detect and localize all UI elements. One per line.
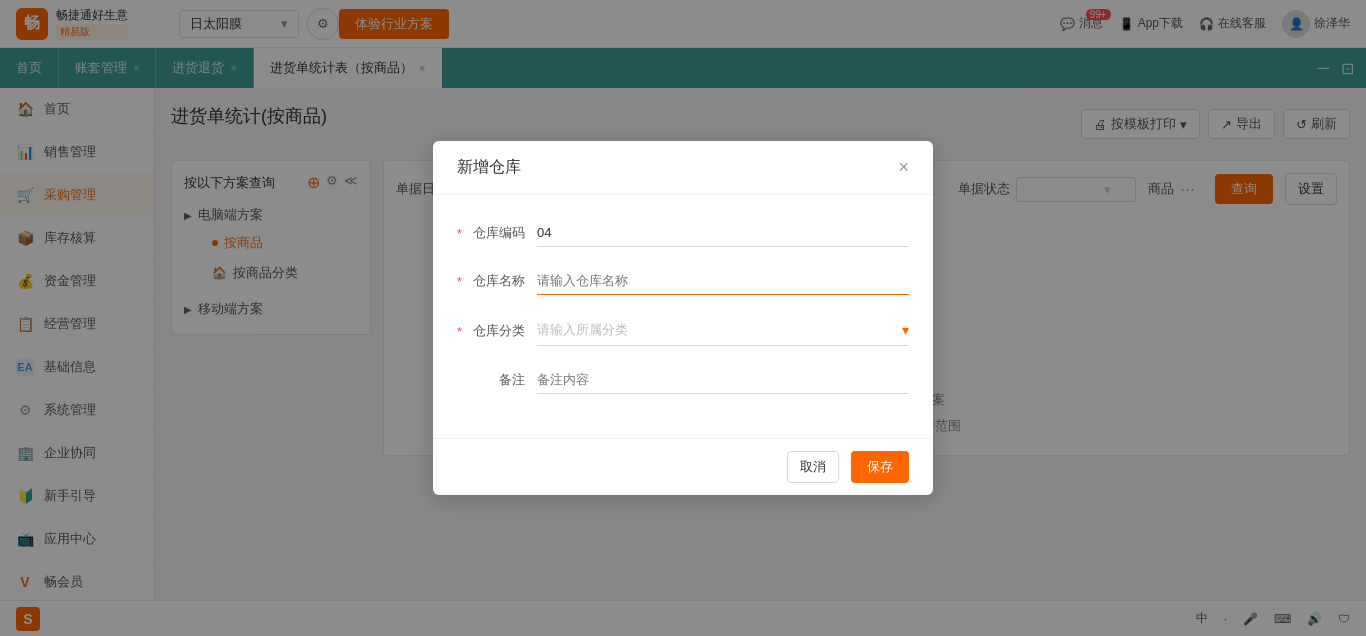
modal-overlay: 新增仓库 × 仓库编码 仓库名称 仓库分类 请输入所属分类 ▾ xyxy=(0,0,1366,636)
warehouse-code-input[interactable] xyxy=(537,219,909,247)
modal-close-icon[interactable]: × xyxy=(898,157,909,178)
modal-body: 仓库编码 仓库名称 仓库分类 请输入所属分类 ▾ 备注 xyxy=(433,195,933,438)
form-label-remark: 备注 xyxy=(457,371,537,389)
modal-footer: 取消 保存 xyxy=(433,438,933,495)
warehouse-name-input[interactable] xyxy=(537,267,909,295)
form-row-category: 仓库分类 请输入所属分类 ▾ xyxy=(457,315,909,346)
add-warehouse-modal: 新增仓库 × 仓库编码 仓库名称 仓库分类 请输入所属分类 ▾ xyxy=(433,141,933,495)
warehouse-category-select[interactable]: 请输入所属分类 ▾ xyxy=(537,315,909,346)
form-row-name: 仓库名称 xyxy=(457,267,909,295)
form-label-code: 仓库编码 xyxy=(457,224,537,242)
category-placeholder: 请输入所属分类 xyxy=(537,321,628,339)
form-label-name: 仓库名称 xyxy=(457,272,537,290)
modal-header: 新增仓库 × xyxy=(433,141,933,195)
form-label-category: 仓库分类 xyxy=(457,322,537,340)
form-row-code: 仓库编码 xyxy=(457,219,909,247)
cancel-button[interactable]: 取消 xyxy=(787,451,839,483)
category-dropdown-icon: ▾ xyxy=(902,322,909,338)
warehouse-remark-input[interactable] xyxy=(537,366,909,394)
save-button[interactable]: 保存 xyxy=(851,451,909,483)
modal-title: 新增仓库 xyxy=(457,157,521,178)
form-row-remark: 备注 xyxy=(457,366,909,394)
